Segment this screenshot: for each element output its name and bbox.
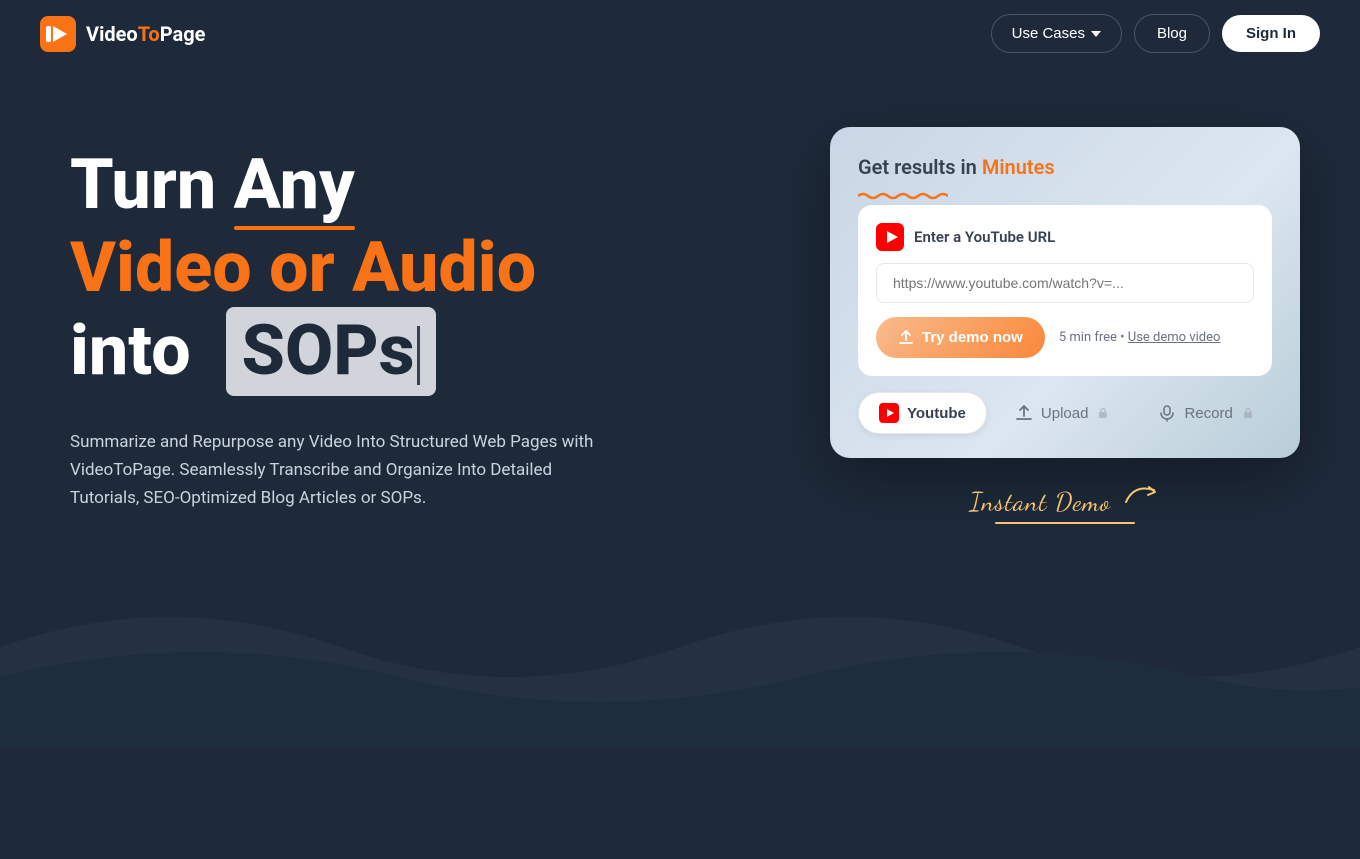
- hero-headline: Turn Any Video or Audio into SOPs: [70, 147, 610, 396]
- logo-text: VideoToPage: [86, 22, 205, 46]
- card-title-minutes: Minutes: [982, 155, 1055, 179]
- logo: VideoToPage: [40, 16, 205, 52]
- blog-button[interactable]: Blog: [1134, 14, 1210, 53]
- use-cases-button[interactable]: Use Cases: [991, 14, 1122, 53]
- use-demo-video-link[interactable]: Use demo video: [1128, 330, 1221, 345]
- instant-demo: Instant Demo: [830, 482, 1300, 530]
- minutes-underline-wave: [858, 192, 948, 200]
- logo-icon: [40, 16, 76, 52]
- card-input-label: Enter a YouTube URL: [876, 223, 1254, 251]
- use-cases-label: Use Cases: [1012, 25, 1085, 42]
- try-demo-label: Try demo now: [922, 329, 1023, 346]
- conversion-card: Get results in Minutes Enter a YouTube U…: [830, 127, 1300, 458]
- hero-description: Summarize and Repurpose any Video Into S…: [70, 428, 610, 512]
- demo-note: 5 min free • Use demo video: [1059, 330, 1221, 345]
- card-title-get: Get results in: [858, 155, 977, 179]
- upload-icon: [1015, 404, 1033, 422]
- tab-youtube-icon: [879, 403, 899, 423]
- youtube-icon: [876, 223, 904, 251]
- blog-label: Blog: [1157, 25, 1187, 42]
- hero-left: Turn Any Video or Audio into SOPs Summar…: [70, 127, 610, 512]
- instant-demo-underline: [995, 522, 1135, 524]
- tab-youtube-label: Youtube: [907, 405, 966, 422]
- hero-section: Turn Any Video or Audio into SOPs Summar…: [0, 67, 1360, 747]
- microphone-icon: [1158, 404, 1176, 422]
- try-demo-button[interactable]: Try demo now: [876, 317, 1045, 358]
- youtube-url-label: Enter a YouTube URL: [914, 228, 1055, 246]
- sops-box: SOPs: [226, 307, 436, 396]
- instant-demo-text: Instant Demo: [970, 487, 1111, 518]
- tab-record-label: Record: [1184, 405, 1232, 422]
- arrow-icon: [1124, 482, 1160, 510]
- cursor: [417, 326, 420, 386]
- signin-label: Sign In: [1246, 25, 1296, 42]
- upload-lock-icon: [1096, 406, 1110, 420]
- nav-right: Use Cases Blog Sign In: [991, 14, 1320, 53]
- navbar: VideoToPage Use Cases Blog Sign In: [0, 0, 1360, 67]
- card-input-section: Enter a YouTube URL Try demo now 5 min f…: [858, 205, 1272, 376]
- tab-upload-label: Upload: [1041, 405, 1089, 422]
- card-actions: Try demo now 5 min free • Use demo video: [876, 317, 1254, 358]
- tab-upload[interactable]: Upload: [995, 394, 1131, 432]
- record-lock-icon: [1241, 406, 1255, 420]
- demo-icon: [898, 330, 914, 346]
- headline-turn: Turn: [70, 144, 216, 226]
- youtube-url-input[interactable]: [876, 263, 1254, 303]
- chevron-down-icon: [1091, 31, 1101, 37]
- signin-button[interactable]: Sign In: [1222, 15, 1320, 52]
- headline-any: Any: [234, 147, 355, 230]
- headline-video-audio: Video or Audio: [70, 230, 610, 307]
- card-tabs: Youtube Upload: [858, 392, 1272, 434]
- wave-background: [0, 547, 1360, 747]
- tab-record[interactable]: Record: [1138, 394, 1274, 432]
- headline-into: into SOPs: [70, 307, 610, 396]
- hero-right: Get results in Minutes Enter a YouTube U…: [830, 127, 1300, 530]
- card-title: Get results in Minutes: [858, 155, 1272, 187]
- tab-youtube[interactable]: Youtube: [858, 392, 987, 434]
